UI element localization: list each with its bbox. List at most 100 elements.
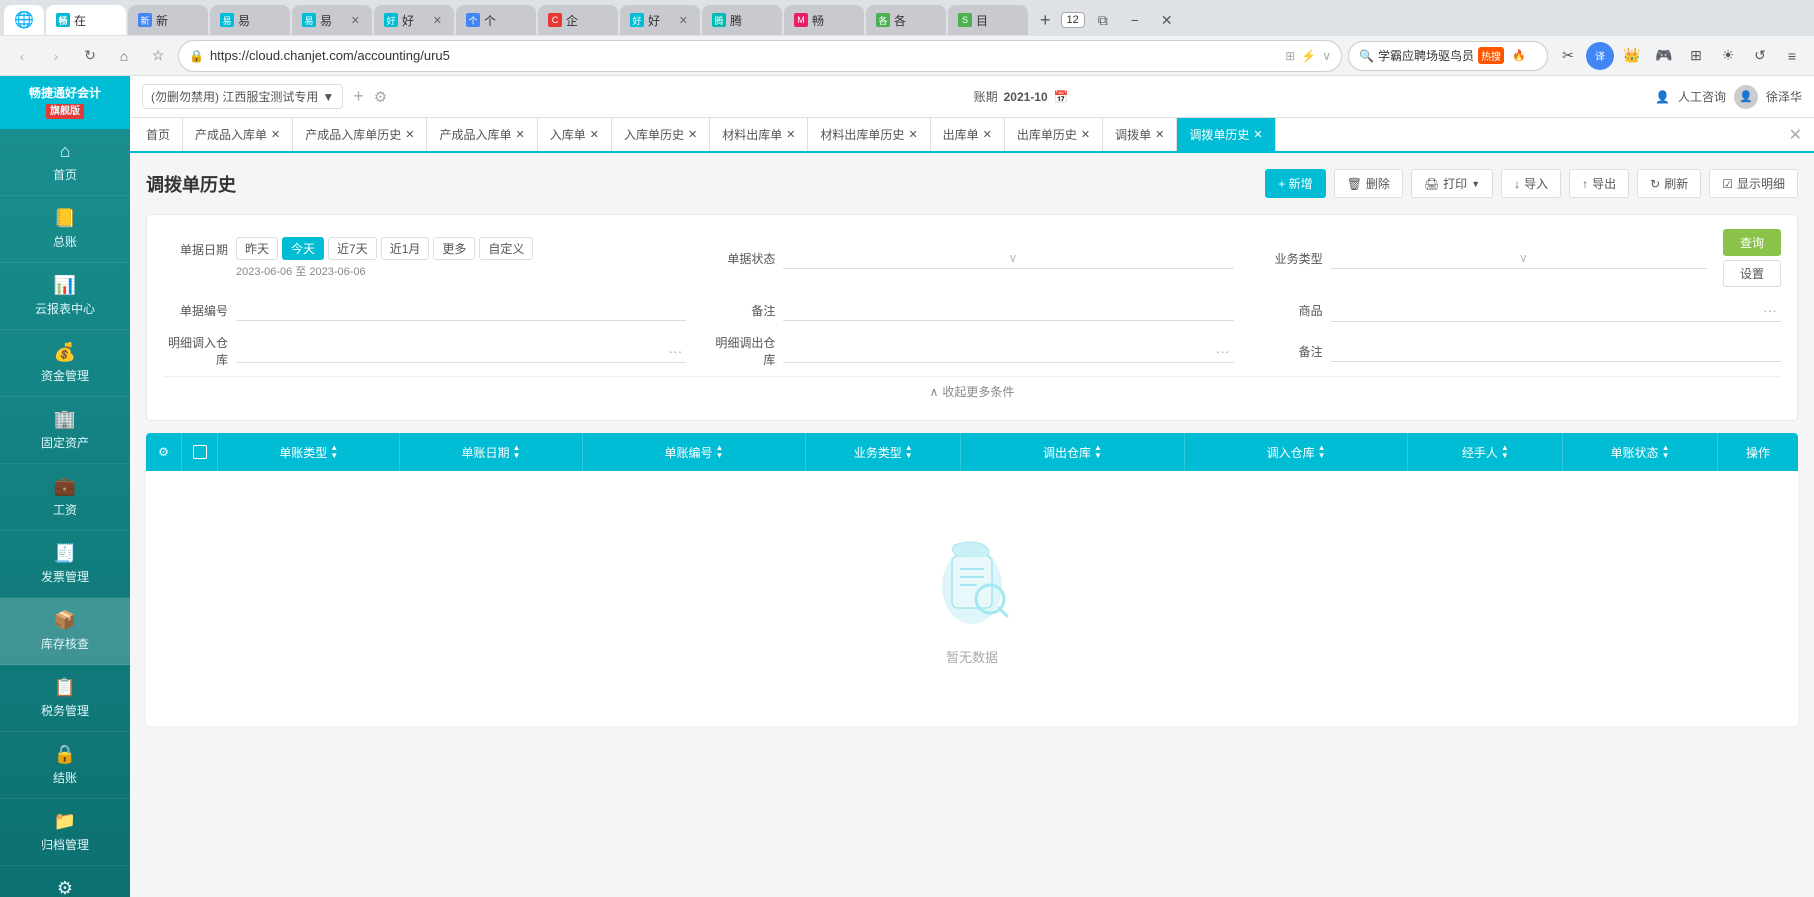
page-tab-out[interactable]: 出库单 ✕ <box>931 118 1005 151</box>
tabs-close-all[interactable]: ✕ <box>1781 125 1810 145</box>
browser-tab-1[interactable]: 畅 在 <box>46 5 126 35</box>
page-tab-product-in2-close[interactable]: ✕ <box>516 128 525 141</box>
date-custom-btn[interactable]: 自定义 <box>479 237 533 260</box>
extension-2-icon[interactable]: 🎮 <box>1650 42 1678 70</box>
settings-button[interactable]: 设置 <box>1723 260 1781 287</box>
refresh-button[interactable]: ↻ 刷新 <box>1637 169 1701 198</box>
page-tab-transfer-history[interactable]: 调拨单历史 ✕ <box>1177 118 1275 151</box>
browser-tab-6[interactable]: 个 个 <box>456 5 536 35</box>
company-settings-icon[interactable]: ⚙ <box>374 88 387 106</box>
page-tab-out-close[interactable]: ✕ <box>983 128 992 141</box>
bookmark-button[interactable]: ☆ <box>144 42 172 70</box>
detail-out-ellipsis-icon[interactable]: ··· <box>1212 343 1234 359</box>
header-checkbox[interactable] <box>193 445 207 459</box>
delete-button[interactable]: 🗑 删除 <box>1334 169 1403 198</box>
th-biz[interactable]: 业务类型 ▲▼ <box>806 433 961 471</box>
th-in[interactable]: 调入仓库 ▲▼ <box>1185 433 1409 471</box>
address-bar-chevron-icon[interactable]: ∨ <box>1322 49 1331 63</box>
th-status[interactable]: 单账状态 ▲▼ <box>1563 433 1718 471</box>
close-all-icon[interactable]: ✕ <box>1789 125 1802 145</box>
sidebar-item-assets[interactable]: 🏢 固定资产 <box>0 397 130 464</box>
browser-tab-2[interactable]: 新 新 <box>128 5 208 35</box>
restore-button[interactable]: ⧉ <box>1089 6 1117 34</box>
page-tab-material-out-close[interactable]: ✕ <box>786 128 795 141</box>
th-out[interactable]: 调出仓库 ▲▼ <box>961 433 1185 471</box>
sidebar-item-tax[interactable]: 📋 税务管理 <box>0 665 130 732</box>
date-more-btn[interactable]: 更多 <box>433 237 475 260</box>
sidebar-item-funds[interactable]: 💰 资金管理 <box>0 330 130 397</box>
th-handler[interactable]: 经手人 ▲▼ <box>1408 433 1563 471</box>
date-yesterday-btn[interactable]: 昨天 <box>236 237 278 260</box>
sun-icon[interactable]: ☀ <box>1714 42 1742 70</box>
detail-in-ellipsis-icon[interactable]: ··· <box>664 343 686 359</box>
calendar-icon[interactable]: 📅 <box>1054 90 1069 104</box>
extension-1-icon[interactable]: 👑 <box>1618 42 1646 70</box>
address-bar[interactable]: 🔒 https://cloud.chanjet.com/accounting/u… <box>178 40 1342 72</box>
sidebar-item-payroll[interactable]: 💼 工资 <box>0 464 130 531</box>
browser-tab-4[interactable]: 易 易 ✕ <box>292 5 372 35</box>
page-tab-out-history-close[interactable]: ✕ <box>1081 128 1090 141</box>
remark-input[interactable] <box>783 300 1233 321</box>
new-tab-button[interactable]: + <box>1034 8 1057 33</box>
remark2-input[interactable] <box>1331 341 1781 362</box>
display-button[interactable]: ☑ 显示明细 <box>1709 169 1798 198</box>
browser-tab-11[interactable]: 各 各 <box>866 5 946 35</box>
goods-ellipsis-icon[interactable]: ··· <box>1759 302 1781 318</box>
new-button[interactable]: + 新增 <box>1265 169 1325 198</box>
forward-button[interactable]: › <box>42 42 70 70</box>
tab-close-8[interactable]: ✕ <box>677 13 690 28</box>
import-button[interactable]: ↓ 导入 <box>1501 169 1561 198</box>
page-tab-transfer-history-close[interactable]: ✕ <box>1253 128 1262 141</box>
detail-in-selector[interactable]: ··· <box>236 340 686 363</box>
print-button[interactable]: 🖨 打印 ▼ <box>1411 169 1493 198</box>
browser-tab-9[interactable]: 腾 腾 <box>702 5 782 35</box>
company-selector[interactable]: (勿删勿禁用) 江西服宝测试专用 ▼ <box>142 84 343 109</box>
browser-search-box[interactable]: 🔍 学霸应聘场驱鸟员 热搜 🔥 <box>1348 41 1548 71</box>
grid-icon[interactable]: ⊞ <box>1682 42 1710 70</box>
browser-tab-12[interactable]: S 目 <box>948 5 1028 35</box>
page-tab-product-in-history[interactable]: 产成品入库单历史 ✕ <box>293 118 427 151</box>
refresh-browser-button[interactable]: ↻ <box>76 42 104 70</box>
translate-icon[interactable]: 译 <box>1586 42 1614 70</box>
page-tab-in-history-close[interactable]: ✕ <box>688 128 697 141</box>
page-tab-transfer-close[interactable]: ✕ <box>1155 128 1164 141</box>
home-button[interactable]: ⌂ <box>110 42 138 70</box>
export-button[interactable]: ↑ 导出 <box>1569 169 1629 198</box>
detail-out-selector[interactable]: ··· <box>783 340 1233 363</box>
goods-selector[interactable]: ··· <box>1331 299 1781 322</box>
page-tab-in[interactable]: 入库单 ✕ <box>538 118 612 151</box>
page-tab-home[interactable]: 首页 <box>134 118 183 151</box>
undo-icon[interactable]: ↺ <box>1746 42 1774 70</box>
browser-tab-active[interactable]: 🌐 <box>4 5 44 35</box>
browser-tab-7[interactable]: C 企 <box>538 5 618 35</box>
sidebar-item-invoice[interactable]: 🧾 发票管理 <box>0 531 130 598</box>
minimize-button[interactable]: − <box>1121 6 1149 34</box>
page-tab-material-out[interactable]: 材料出库单 ✕ <box>710 118 808 151</box>
num-input[interactable] <box>236 300 686 321</box>
menu-icon[interactable]: ≡ <box>1778 42 1806 70</box>
sidebar-item-home[interactable]: ⌂ 首页 <box>0 129 130 196</box>
status-dropdown[interactable]: ∨ <box>783 248 1233 269</box>
date-today-btn[interactable]: 今天 <box>282 237 324 260</box>
page-tab-product-in[interactable]: 产成品入库单 ✕ <box>183 118 293 151</box>
browser-tab-10[interactable]: M 畅 <box>784 5 864 35</box>
add-company-button[interactable]: + <box>353 86 364 107</box>
sidebar-item-archive[interactable]: 📁 归档管理 <box>0 799 130 866</box>
assistant-label[interactable]: 人工咨询 <box>1678 88 1726 105</box>
sidebar-item-report[interactable]: 📊 云报表中心 <box>0 263 130 330</box>
browser-tab-8[interactable]: 好 好 ✕ <box>620 5 700 35</box>
date-7days-btn[interactable]: 近7天 <box>328 237 377 260</box>
query-button[interactable]: 查询 <box>1723 229 1781 256</box>
sidebar-item-closing[interactable]: 🔒 结账 <box>0 732 130 799</box>
date-1month-btn[interactable]: 近1月 <box>381 237 430 260</box>
page-tab-material-out-history-close[interactable]: ✕ <box>908 128 917 141</box>
back-button[interactable]: ‹ <box>8 42 36 70</box>
sidebar-item-inventory[interactable]: 📦 库存核查 <box>0 598 130 665</box>
browser-tab-5[interactable]: 好 好 ✕ <box>374 5 454 35</box>
th-num[interactable]: 单账编号 ▲▼ <box>583 433 807 471</box>
th-type[interactable]: 单账类型 ▲▼ <box>218 433 400 471</box>
page-tab-out-history[interactable]: 出库单历史 ✕ <box>1005 118 1103 151</box>
page-tab-in-close[interactable]: ✕ <box>590 128 599 141</box>
browser-tab-3[interactable]: 易 易 <box>210 5 290 35</box>
page-tab-product-in-history-close[interactable]: ✕ <box>405 128 414 141</box>
